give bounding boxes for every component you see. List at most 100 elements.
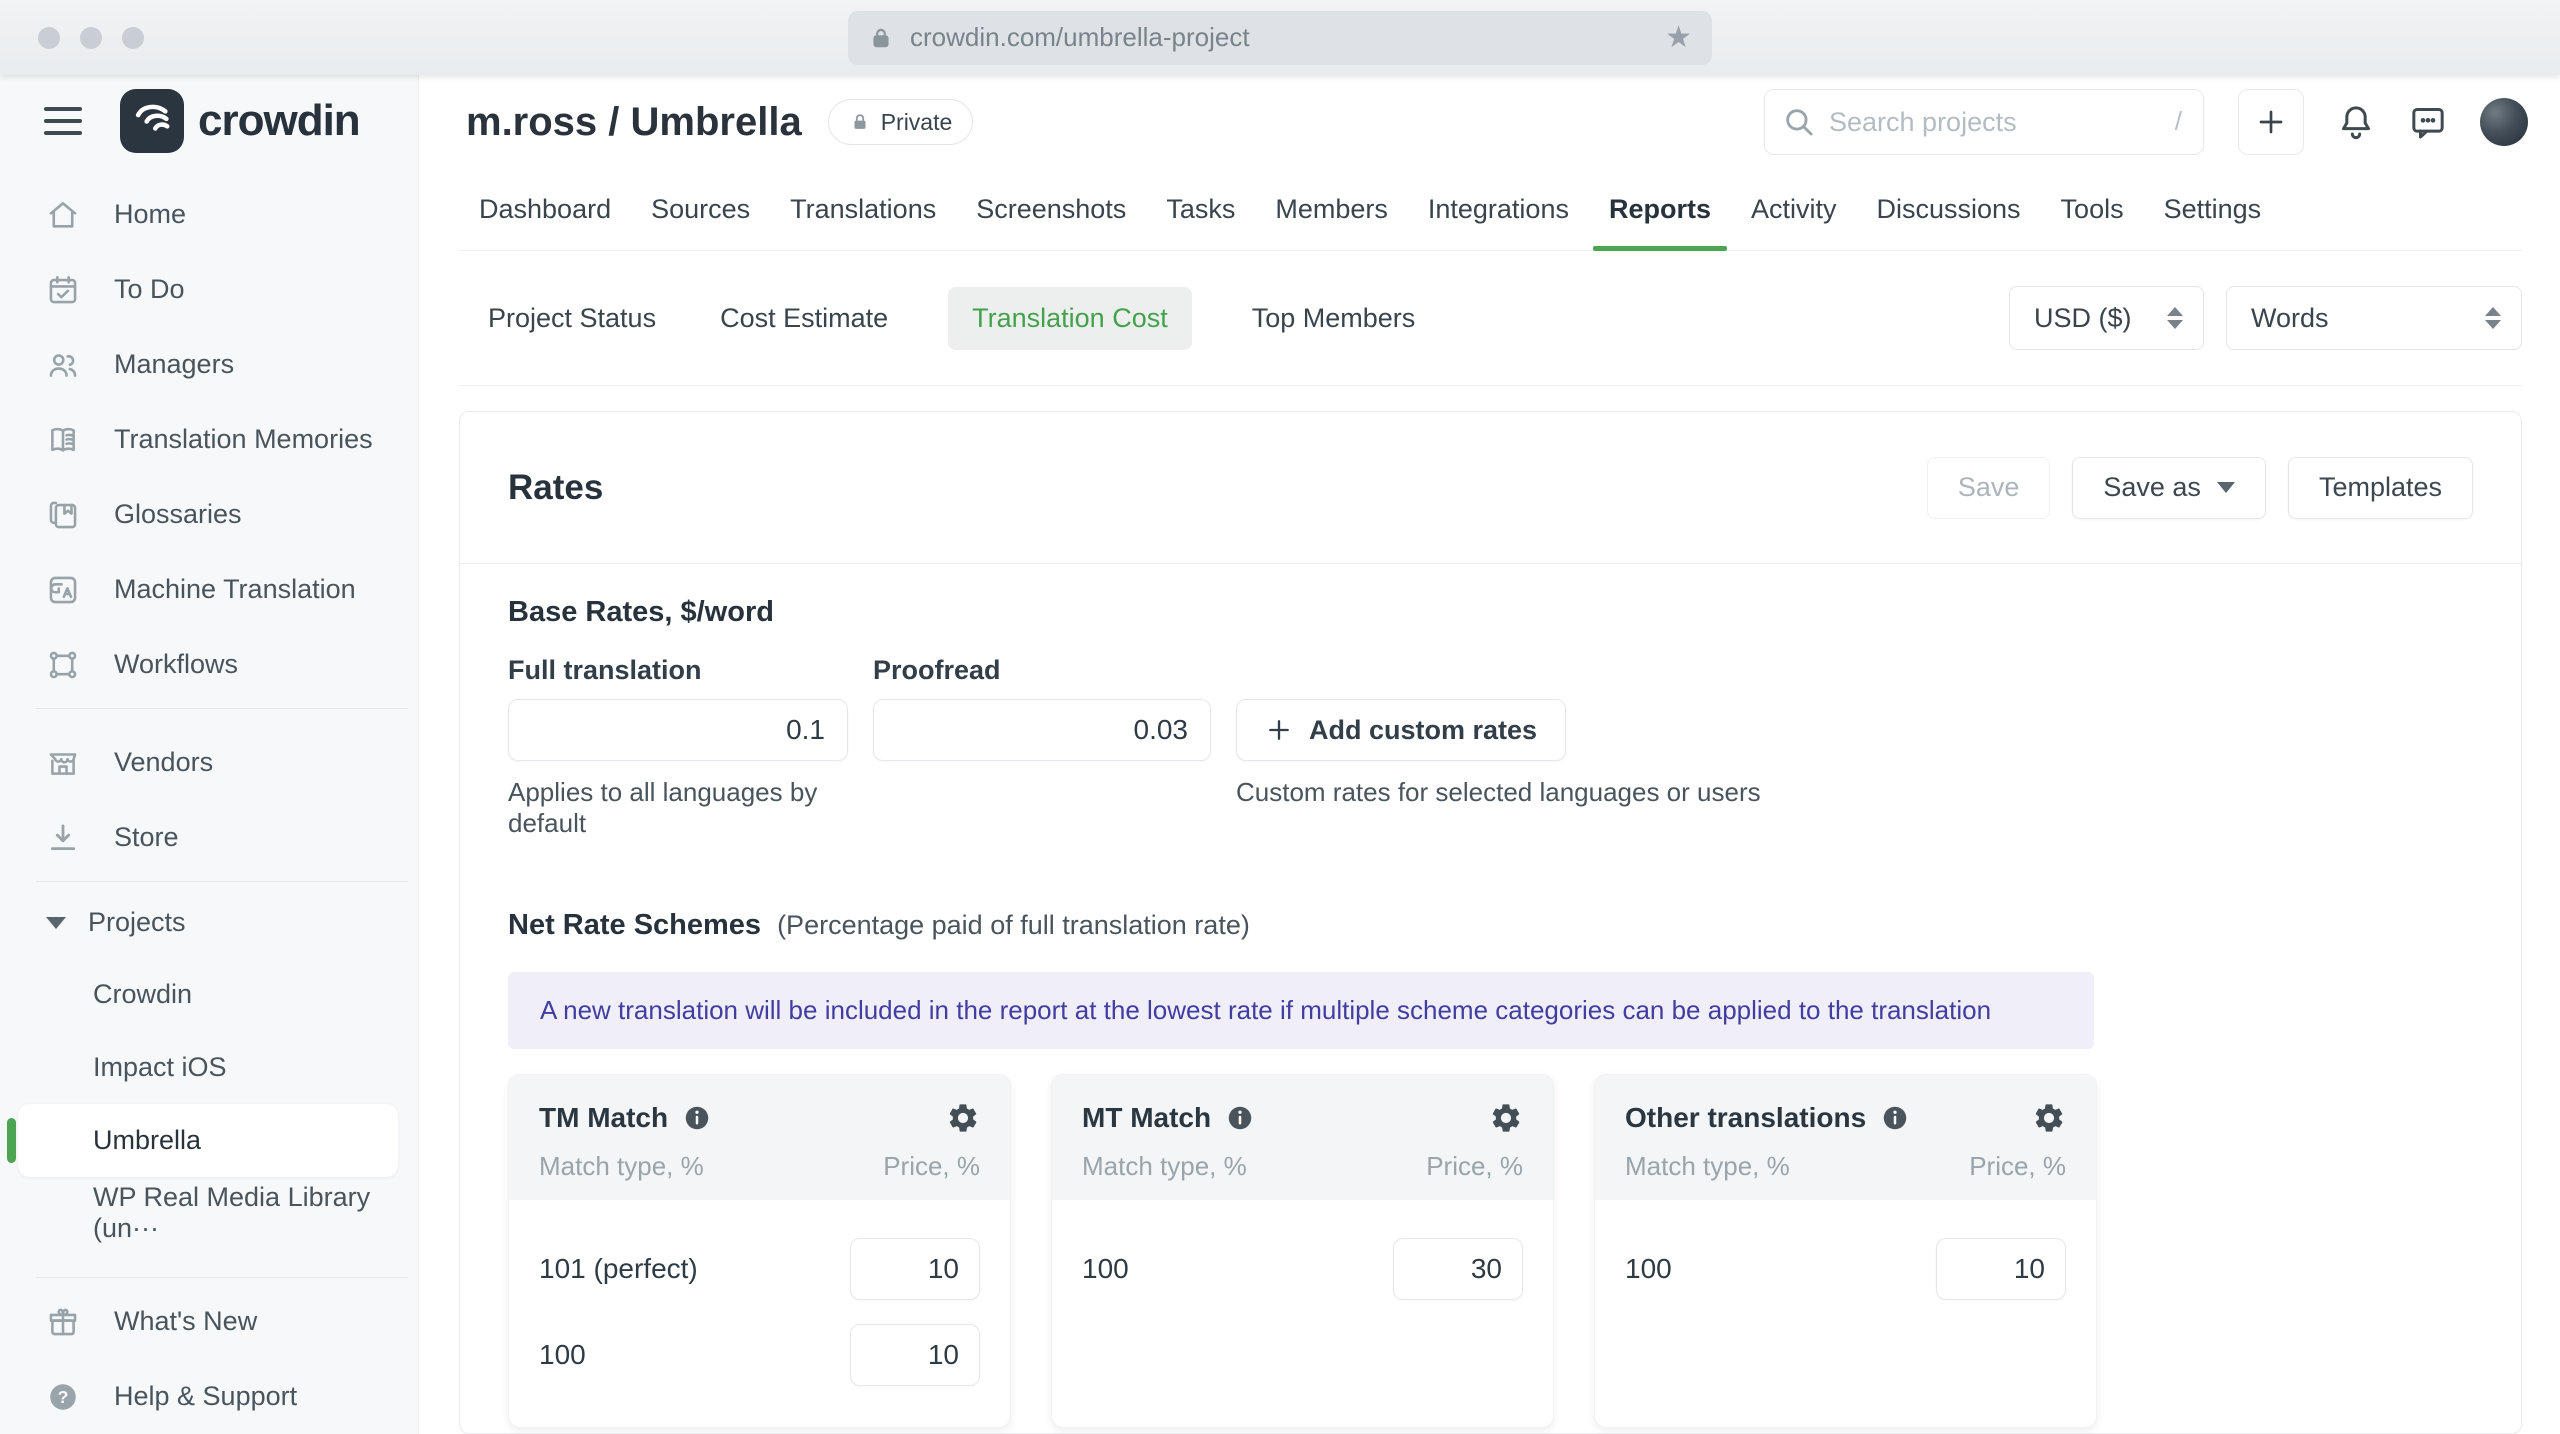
save-button[interactable]: Save [1926,456,2051,519]
info-banner: A new translation will be included in th… [508,972,2094,1049]
chat-bubble-icon [2412,108,2444,139]
scheme-row: 100 [539,1324,980,1386]
sidebar-item-vendors[interactable]: Vendors [0,725,418,800]
tab-tasks[interactable]: Tasks [1166,169,1235,250]
sidebar-item-managers[interactable]: Managers [0,327,418,402]
sidebar-item-store[interactable]: Store [0,800,418,875]
tab-discussions[interactable]: Discussions [1877,169,2021,250]
tab-reports[interactable]: Reports [1592,169,1728,251]
add-custom-rates-button[interactable]: Add custom rates [1236,699,1567,761]
sidebar-item-label: To Do [114,274,185,304]
sidebar-item-workflows[interactable]: Workflows [0,627,418,702]
messages-button[interactable] [2408,102,2448,142]
rates-header: Rates Save Save as Templates [460,412,2521,564]
sidebar-project-impact-ios[interactable]: Impact iOS [0,1031,418,1104]
price-input[interactable] [850,1238,980,1300]
sidebar-project-umbrella[interactable]: Umbrella [7,1103,398,1177]
sidebar-item-translation-memories[interactable]: Translation Memories [0,402,418,477]
window-zoom-button[interactable] [122,27,144,49]
search-input[interactable] [1764,89,2204,155]
project-tabs: Dashboard Sources Translations Screensho… [459,169,2522,251]
add-custom-rates-label: Add custom rates [1309,714,1538,745]
scheme-card-header: Other translations Match type, % Price, … [1595,1075,2096,1200]
sidebar-item-glossaries[interactable]: Glossaries [0,477,418,552]
create-project-button[interactable] [2238,89,2304,155]
price-input[interactable] [1393,1238,1523,1300]
window-controls[interactable] [38,27,144,49]
project-label: Crowdin [93,978,193,1009]
sidebar-item-home[interactable]: Home [0,177,418,252]
main-content: m.ross / Umbrella Private / [419,75,2560,1434]
info-icon[interactable] [1225,1103,1255,1133]
sidebar-item-machine-translation[interactable]: Machine Translation [0,552,418,627]
tab-sources[interactable]: Sources [651,169,750,250]
templates-button[interactable]: Templates [2287,456,2473,519]
project-header: m.ross / Umbrella Private / [419,75,2560,169]
net-rate-heading: Net Rate Schemes [508,909,762,941]
screen: crowdin.com/umbrella-project ★ crowdin H… [0,0,2560,1434]
browser-chrome: crowdin.com/umbrella-project ★ [0,0,2560,75]
sidebar-item-label: Machine Translation [114,574,356,604]
tab-dashboard[interactable]: Dashboard [479,169,611,250]
price-input[interactable] [1936,1238,2066,1300]
sidebar-item-label: Translation Memories [114,424,373,454]
sidebar-item-todo[interactable]: To Do [0,252,418,327]
notifications-button[interactable] [2336,102,2376,142]
scheme-row: 101 (perfect) [539,1238,980,1300]
info-icon[interactable] [682,1103,712,1133]
address-bar[interactable]: crowdin.com/umbrella-project ★ [848,10,1712,65]
report-subtabs: Project Status Cost Estimate Translation… [459,251,2522,386]
window-close-button[interactable] [38,27,60,49]
unit-select[interactable]: Words [2226,286,2522,350]
project-label: Impact iOS [93,1051,227,1082]
sidebar-item-help-support[interactable]: ? Help & Support [0,1359,418,1434]
sidebar-project-crowdin[interactable]: Crowdin [0,958,418,1031]
proofread-input[interactable] [873,699,1211,761]
sidebar-item-label: What's New [114,1306,258,1336]
tab-settings[interactable]: Settings [2164,169,2262,250]
avatar[interactable] [2480,98,2528,146]
sidebar-divider [36,881,408,882]
bookmark-star-icon[interactable]: ★ [1665,22,1692,53]
col-match-type: Match type, % [1082,1151,1247,1181]
full-translation-input[interactable] [508,699,848,761]
gear-icon[interactable] [1489,1101,1523,1135]
info-icon[interactable] [1880,1103,1910,1133]
updown-arrows-icon [2141,307,2183,329]
subtab-project-status[interactable]: Project Status [484,287,660,350]
save-as-button[interactable]: Save as [2072,456,2266,519]
sidebar-projects-toggle[interactable]: Projects [0,888,418,958]
tab-translations[interactable]: Translations [790,169,936,250]
brand-wordmark: crowdin [198,96,361,145]
rates-title: Rates [508,467,604,507]
home-icon [49,201,77,228]
currency-select[interactable]: USD ($) [2009,286,2204,350]
sidebar-project-wp-real-media-library[interactable]: WP Real Media Library (un··· [0,1177,418,1250]
sidebar-item-whats-new[interactable]: What's New [0,1284,418,1359]
gear-icon[interactable] [946,1101,980,1135]
tab-screenshots[interactable]: Screenshots [976,169,1126,250]
gear-icon[interactable] [2032,1101,2066,1135]
window-minimize-button[interactable] [80,27,102,49]
tab-members[interactable]: Members [1275,169,1388,250]
col-price: Price, % [883,1151,980,1181]
hamburger-menu-icon[interactable] [44,107,82,135]
scheme-row: 100 [1625,1238,2066,1300]
currency-value: USD ($) [2034,302,2132,333]
tab-activity[interactable]: Activity [1751,169,1837,250]
sidebar-project-raven-app[interactable]: Raven App [0,1250,418,1272]
bell-icon [2342,106,2370,140]
unit-value: Words [2251,302,2329,333]
svg-text:?: ? [58,1386,69,1406]
subtab-translation-cost[interactable]: Translation Cost [948,286,1192,350]
base-rates-heading: Base Rates, $/word [508,596,774,628]
crowdin-logo[interactable]: crowdin [120,89,361,153]
tab-tools[interactable]: Tools [2061,169,2124,250]
info-banner-text: A new translation will be included in th… [540,995,1992,1025]
subtab-top-members[interactable]: Top Members [1248,287,1420,350]
price-input[interactable] [850,1324,980,1386]
sidebar-divider [36,708,408,709]
match-type-label: 100 [539,1339,586,1370]
subtab-cost-estimate[interactable]: Cost Estimate [716,287,892,350]
tab-integrations[interactable]: Integrations [1428,169,1569,250]
